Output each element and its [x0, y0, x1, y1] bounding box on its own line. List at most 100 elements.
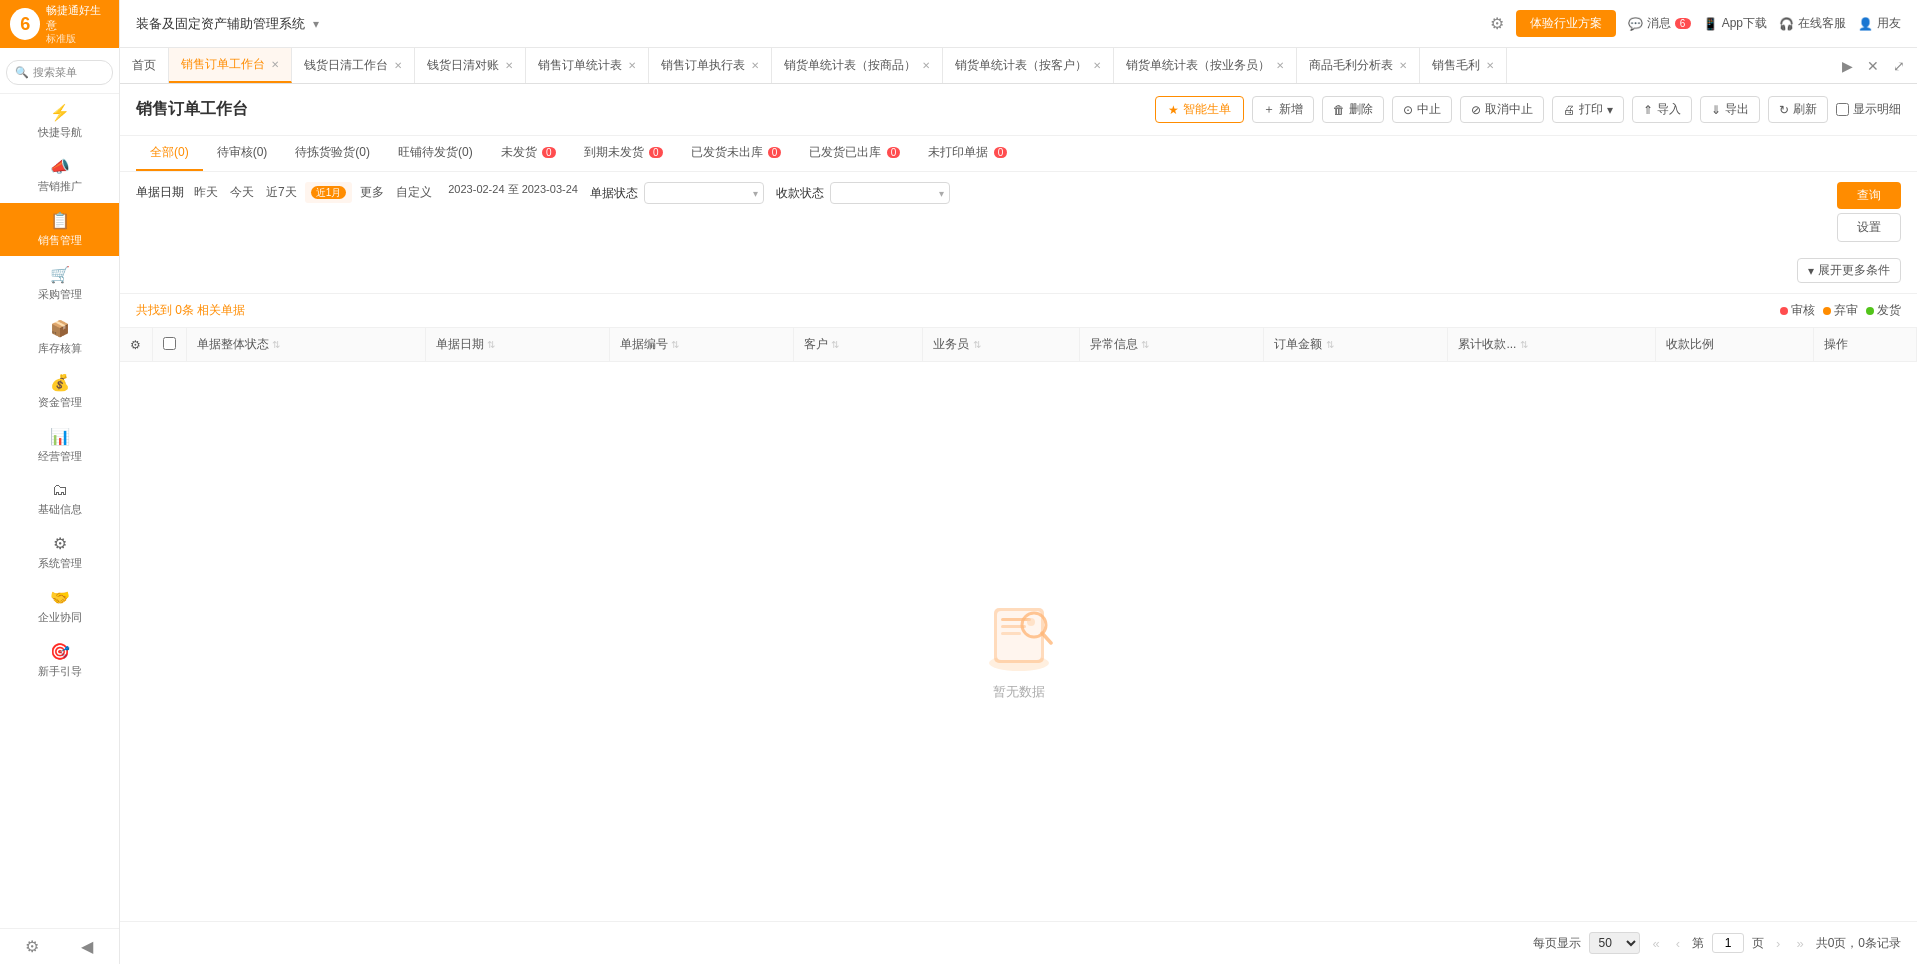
date-btn-yesterday[interactable]: 昨天	[190, 182, 222, 203]
page-number-input[interactable]	[1712, 933, 1744, 953]
tab-fullscreen-button[interactable]: ⤢	[1889, 56, 1909, 76]
date-btn-today[interactable]: 今天	[226, 182, 258, 203]
settings-button[interactable]: ⚙	[8, 937, 56, 956]
set-button[interactable]: 设置	[1837, 213, 1901, 242]
sort-amount-icon[interactable]: ⇅	[1326, 339, 1334, 350]
tab-sales-more[interactable]: 销售毛利 ✕	[1420, 48, 1507, 83]
sidebar-item-base[interactable]: 🗂 基础信息	[4, 473, 115, 525]
subtab-pending-inspect[interactable]: 待拣货验货(0)	[281, 136, 384, 171]
tab-close-sales-cust[interactable]: ✕	[1093, 60, 1101, 71]
prev-page-button[interactable]: ‹	[1672, 934, 1684, 953]
tab-close-sales-stat[interactable]: ✕	[628, 60, 636, 71]
refresh-button[interactable]: ↻ 刷新	[1768, 96, 1828, 123]
tab-cash-reconcile[interactable]: 钱货日清对账 ✕	[415, 48, 526, 83]
subtab-all[interactable]: 全部(0)	[136, 136, 203, 171]
import-button[interactable]: ⇑ 导入	[1632, 96, 1692, 123]
subtab-pending-review[interactable]: 待审核(0)	[203, 136, 282, 171]
tab-close-sales-staff[interactable]: ✕	[1276, 60, 1284, 71]
collapse-button[interactable]: ◀	[64, 937, 112, 956]
sidebar-item-purchase[interactable]: 🛒 采购管理	[4, 257, 115, 310]
tab-sales-stat[interactable]: 销售订单统计表 ✕	[526, 48, 649, 83]
tab-close-cash-reconcile[interactable]: ✕	[505, 60, 513, 71]
payment-select[interactable]	[830, 182, 950, 204]
sidebar-item-operations[interactable]: 📊 经营管理	[4, 419, 115, 472]
tab-close-sales-prod[interactable]: ✕	[922, 60, 930, 71]
add-button[interactable]: ＋ 新增	[1252, 96, 1314, 123]
query-button[interactable]: 查询	[1837, 182, 1901, 209]
sidebar-item-inventory[interactable]: 📦 库存核算	[4, 311, 115, 364]
next-page-button[interactable]: ›	[1772, 934, 1784, 953]
message-action[interactable]: 💬 消息 6	[1628, 15, 1691, 32]
date-btn-more[interactable]: 更多	[356, 182, 388, 203]
tab-home[interactable]: 首页	[120, 48, 169, 83]
tab-sales-cust-stat[interactable]: 销货单统计表（按客户） ✕	[943, 48, 1114, 83]
search-menu-button[interactable]: 🔍 搜索菜单	[6, 60, 113, 85]
user-action[interactable]: 👤 用友	[1858, 15, 1901, 32]
sort-number-icon[interactable]: ⇅	[671, 339, 679, 350]
col-ratio: 收款比例	[1655, 328, 1813, 362]
ship-action-button[interactable]: 发货	[1866, 302, 1901, 319]
expand-filter-button[interactable]: ▾ 展开更多条件	[1797, 258, 1901, 283]
online-service-action[interactable]: 🎧 在线客服	[1779, 15, 1846, 32]
date-btn-7days[interactable]: 近7天	[262, 182, 301, 203]
col-checkbox[interactable]	[152, 328, 186, 362]
cancel-review-action-button[interactable]: 弃审	[1823, 302, 1858, 319]
tab-close-cash-daily[interactable]: ✕	[394, 60, 402, 71]
sort-staff-icon[interactable]: ⇅	[973, 339, 981, 350]
app-download-action[interactable]: 📱 App下载	[1703, 15, 1767, 32]
subtab-not-printed[interactable]: 未打印单据 0	[914, 136, 1021, 171]
sort-received-icon[interactable]: ⇅	[1520, 339, 1528, 350]
sidebar-item-marketing[interactable]: 📣 营销推广	[4, 149, 115, 202]
base-icon: 🗂	[52, 481, 68, 499]
cancel-stop-button[interactable]: ⊘ 取消中止	[1460, 96, 1544, 123]
tab-close-all-button[interactable]: ✕	[1863, 56, 1883, 76]
select-all-checkbox[interactable]	[163, 337, 176, 350]
tab-sales-staff-stat[interactable]: 销货单统计表（按业务员） ✕	[1114, 48, 1297, 83]
sidebar-item-quick-nav[interactable]: ⚡ 快捷导航	[4, 95, 115, 148]
module-dropdown[interactable]: ▾	[313, 17, 319, 31]
sort-date-icon[interactable]: ⇅	[487, 339, 495, 350]
sidebar-item-system[interactable]: ⚙ 系统管理	[4, 526, 115, 579]
show-detail-label[interactable]: 显示明细	[1836, 101, 1901, 118]
tab-close-sales-order[interactable]: ✕	[271, 59, 279, 70]
subtab-shipped-not-out[interactable]: 已发货未出库 0	[677, 136, 796, 171]
sort-abnormal-icon[interactable]: ⇅	[1141, 339, 1149, 350]
industry-solution-button[interactable]: 体验行业方案	[1516, 10, 1616, 37]
show-detail-checkbox[interactable]	[1836, 103, 1849, 116]
subtab-overdue-not-shipped[interactable]: 到期未发货 0	[570, 136, 677, 171]
sidebar-item-guide[interactable]: 🎯 新手引导	[4, 634, 115, 687]
smart-order-button[interactable]: ★ 智能生单	[1155, 96, 1244, 123]
tab-sales-order[interactable]: 销售订单工作台 ✕	[169, 48, 292, 83]
review-action-button[interactable]: 审核	[1780, 302, 1815, 319]
tab-close-sales-more[interactable]: ✕	[1486, 60, 1494, 71]
sort-customer-icon[interactable]: ⇅	[831, 339, 839, 350]
print-button[interactable]: 🖨 打印 ▾	[1552, 96, 1624, 123]
status-select[interactable]	[644, 182, 764, 204]
date-btn-custom[interactable]: 自定义	[392, 182, 436, 203]
tab-sales-exec[interactable]: 销售订单执行表 ✕	[649, 48, 772, 83]
date-btn-1month[interactable]: 近1月	[305, 182, 353, 203]
tab-sales-prod-stat[interactable]: 销货单统计表（按商品） ✕	[772, 48, 943, 83]
subtab-not-shipped[interactable]: 未发货 0	[487, 136, 570, 171]
sidebar-search-area: 🔍 搜索菜单	[0, 52, 119, 94]
sort-status-icon[interactable]: ⇅	[272, 339, 280, 350]
subtab-shipped-out[interactable]: 已发货已出库 0	[795, 136, 914, 171]
stop-button[interactable]: ⊙ 中止	[1392, 96, 1452, 123]
delete-button[interactable]: 🗑 删除	[1322, 96, 1384, 123]
tab-close-sales-exec[interactable]: ✕	[751, 60, 759, 71]
sidebar-item-sales[interactable]: 📋 销售管理	[0, 203, 119, 256]
tab-cash-daily[interactable]: 钱货日清工作台 ✕	[292, 48, 415, 83]
sidebar-item-collab[interactable]: 🤝 企业协同	[4, 580, 115, 633]
tab-scroll-right-button[interactable]: ▶	[1838, 56, 1857, 76]
first-page-button[interactable]: «	[1648, 934, 1663, 953]
tab-close-margin[interactable]: ✕	[1399, 60, 1407, 71]
sidebar-item-finance[interactable]: 💰 资金管理	[4, 365, 115, 418]
export-button[interactable]: ⇓ 导出	[1700, 96, 1760, 123]
page-header-actions: ★ 智能生单 ＋ 新增 🗑 删除 ⊙ 中止 ⊘ 取消中止	[1155, 96, 1901, 123]
tab-margin[interactable]: 商品毛利分析表 ✕	[1297, 48, 1420, 83]
col-settings[interactable]: ⚙	[120, 328, 152, 362]
subtab-wangpu-ship[interactable]: 旺铺待发货(0)	[384, 136, 487, 171]
settings-gear-icon[interactable]: ⚙	[1490, 14, 1504, 33]
last-page-button[interactable]: »	[1792, 934, 1807, 953]
page-size-select[interactable]: 10 20 50 100	[1589, 932, 1640, 954]
